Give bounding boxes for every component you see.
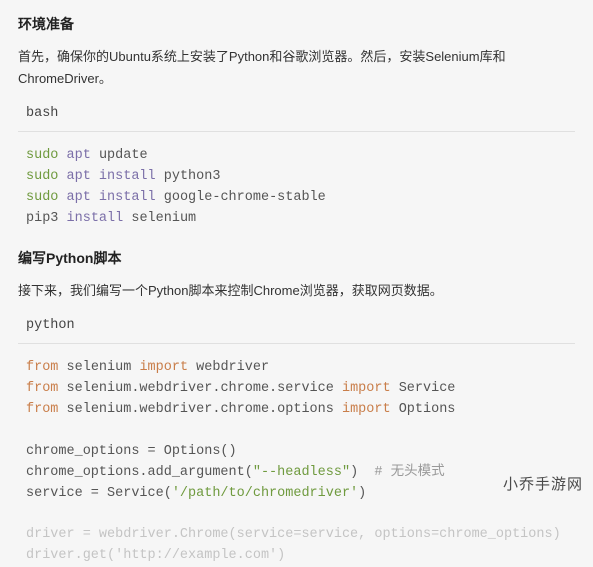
code-token: service = Service(	[26, 486, 172, 501]
code-token: Options	[399, 402, 456, 417]
code-token: install	[67, 211, 124, 226]
code-token: pip3	[26, 211, 58, 226]
code-token: )	[350, 465, 374, 480]
code-token: import	[342, 402, 391, 417]
code-token: 'http://example.com'	[115, 548, 277, 563]
section2-intro: 接下来，我们编写一个Python脚本来控制Chrome浏览器，获取网页数据。	[18, 280, 575, 302]
code-token: chrome_options.add_argument(	[26, 465, 253, 480]
code-token: )	[358, 486, 366, 501]
code-token: # 无头模式	[374, 465, 444, 480]
code-token: sudo	[26, 190, 58, 205]
code-token: webdriver	[196, 360, 269, 375]
code-token: import	[342, 381, 391, 396]
code-token: selenium.webdriver.chrome.service	[67, 381, 334, 396]
bash-code-block: sudo apt update sudo apt install python3…	[26, 146, 575, 230]
code-token: import	[139, 360, 188, 375]
code-token: selenium.webdriver.chrome.options	[67, 402, 334, 417]
python-code-block: from selenium import webdriver from sele…	[26, 358, 575, 567]
code-token: sudo	[26, 169, 58, 184]
code-token: apt install	[67, 190, 156, 205]
code-token: chrome_options = Options()	[26, 444, 237, 459]
code-token: )	[277, 548, 285, 563]
code-token: sudo	[26, 148, 58, 163]
code-token: driver = webdriver.Chrome(service=servic…	[26, 527, 561, 542]
code-token: driver.get(	[26, 548, 115, 563]
code-token: "--headless"	[253, 465, 350, 480]
code-divider-1	[18, 131, 575, 132]
code-token: apt	[67, 148, 91, 163]
section1-lang-label: bash	[26, 106, 575, 121]
code-token: python3	[164, 169, 221, 184]
code-token: google-chrome-stable	[164, 190, 326, 205]
section2-heading: 编写Python脚本	[18, 248, 575, 268]
section2-lang-label: python	[26, 318, 575, 333]
code-token: from	[26, 381, 58, 396]
code-token: from	[26, 402, 58, 417]
code-token: Service	[399, 381, 456, 396]
watermark-text: 小乔手游网	[503, 473, 583, 494]
code-token: apt install	[67, 169, 156, 184]
code-token: '/path/to/chromedriver'	[172, 486, 358, 501]
code-divider-2	[18, 343, 575, 344]
section1-heading: 环境准备	[18, 14, 575, 34]
code-token: from	[26, 360, 58, 375]
code-token: update	[99, 148, 148, 163]
code-token: selenium	[131, 211, 196, 226]
code-token: selenium	[67, 360, 132, 375]
section1-intro: 首先，确保你的Ubuntu系统上安装了Python和谷歌浏览器。然后，安装Sel…	[18, 46, 575, 90]
